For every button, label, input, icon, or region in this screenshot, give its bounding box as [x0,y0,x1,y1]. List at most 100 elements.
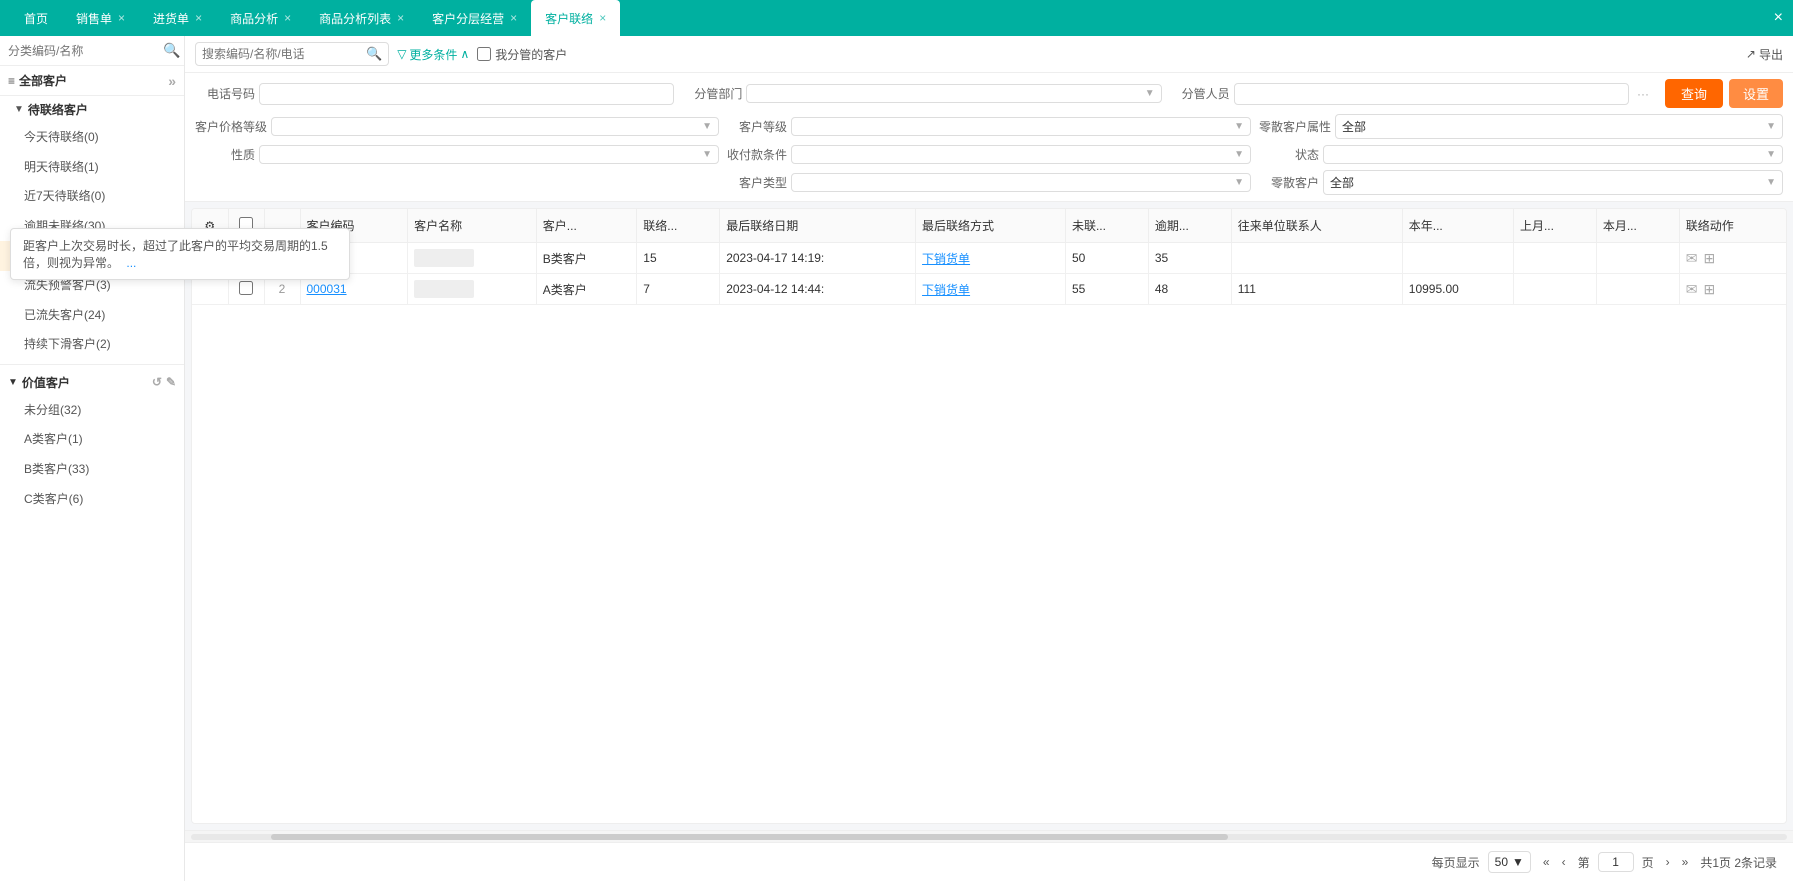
sidebar-unclassified[interactable]: 未分组(32) [0,396,184,426]
manager-ellipsis[interactable]: ··· [1637,87,1649,101]
prev-page-btn[interactable]: ‹ [1558,853,1570,871]
per-page-select[interactable]: 50 ▼ [1488,851,1531,873]
nav-home[interactable]: 首页 [10,0,62,36]
nav-product-analysis-close[interactable]: × [284,11,291,25]
manager-input[interactable] [1234,83,1629,105]
nav-customer-ops[interactable]: 客户分层经营 × [418,0,531,36]
manager-label: 分管人员 [1170,85,1230,102]
col-thisyear-header[interactable]: 本年... [1402,209,1513,243]
nav-product-analysis[interactable]: 商品分析 × [216,0,305,36]
value-tri-icon: ▼ [8,377,18,388]
nav-customer-contact[interactable]: 客户联络 × [531,0,620,36]
page-total: 共1页 2条记录 [1700,854,1777,871]
first-page-btn[interactable]: « [1539,853,1554,871]
sidebar-search-bar: 🔍 [0,36,184,66]
page-input[interactable] [1598,852,1634,872]
col-unit-contacts-header[interactable]: 往来单位联系人 [1231,209,1402,243]
col-level-header[interactable]: 客户... [536,209,637,243]
scrollbar-thumb[interactable] [271,834,1229,840]
phone-input[interactable] [259,83,674,105]
filter-search-input[interactable] [202,47,362,61]
nav-product-list[interactable]: 商品分析列表 × [305,0,418,36]
row1-overdue: 35 [1148,243,1231,274]
cust-type-select[interactable]: ▼ [791,173,1251,192]
tooltip-more-link[interactable]: ... [126,256,136,270]
filter-manager: 分管人员 ··· [1170,83,1649,105]
cust-level-select[interactable]: ▼ [791,117,1251,136]
row2-message-icon[interactable]: ✉ [1686,281,1698,298]
status-arrow: ▼ [1766,149,1776,160]
filter-retail-attr: 零散客户属性 全部 ▼ [1259,114,1783,139]
horizontal-scrollbar[interactable] [185,830,1793,842]
row2-overdue: 48 [1148,274,1231,305]
sidebar-group-pending[interactable]: ▼ 待联络客户 [0,96,184,123]
nav-sales[interactable]: 销售单 × [62,0,139,36]
cust-type-arrow: ▼ [1234,177,1244,188]
dept-select[interactable]: ▼ [746,84,1161,103]
filter-rows: 电话号码 分管部门 ▼ 分管人员 ··· 查询 设置 [185,73,1793,202]
sidebar: 🔍 ≡ 全部客户 » ▼ 待联络客户 今天待联络(0) 明天待联络(1) 近7天… [0,36,185,881]
sidebar-tomorrow-pending[interactable]: 明天待联络(1) [0,153,184,183]
sidebar-7day-pending[interactable]: 近7天待联络(0) [0,182,184,212]
row1-more-icon[interactable]: ⊞ [1703,250,1715,267]
price-level-select[interactable]: ▼ [271,117,719,136]
export-button[interactable]: ↗ 导出 [1746,46,1783,63]
filter-cust-type: 客户类型 ▼ [727,173,1251,192]
row1-message-icon[interactable]: ✉ [1686,250,1698,267]
nav-purchase-close[interactable]: × [195,11,202,25]
col-contacts-header[interactable]: 联络... [637,209,720,243]
status-select[interactable]: ▼ [1323,145,1783,164]
col-lastmonth-header[interactable]: 上月... [1513,209,1596,243]
row2-select-checkbox[interactable] [239,281,253,295]
status-label: 状态 [1259,146,1319,163]
row1-level: B类客户 [536,243,637,274]
query-button[interactable]: 查询 [1665,79,1723,108]
sidebar-today-pending[interactable]: 今天待联络(0) [0,123,184,153]
filter-action-btns: 查询 设置 [1665,79,1783,108]
table-row: 2 000031 A类客户 7 [192,274,1786,305]
collapse-sidebar-btn[interactable]: » [168,73,176,89]
table-row: 1 000039 B类客户 15 [192,243,1786,274]
filter-customer-level: 客户等级 ▼ [727,117,1251,136]
sidebar-class-a[interactable]: A类客户(1) [0,425,184,455]
col-lastmethod-header[interactable]: 最后联络方式 [916,209,1066,243]
cust-level-arrow: ▼ [1234,121,1244,132]
nav-sales-close[interactable]: × [118,11,125,25]
payment-select[interactable]: ▼ [791,145,1251,164]
col-uncontacted-header[interactable]: 未联... [1065,209,1148,243]
row2-action-icons: ✉ ⊞ [1686,281,1780,298]
nature-select[interactable]: ▼ [259,145,719,164]
edit-icon[interactable]: ✎ [166,375,176,389]
retail-attr-select[interactable]: 全部 ▼ [1335,114,1783,139]
sidebar-class-c[interactable]: C类客户(6) [0,485,184,515]
nav-product-list-close[interactable]: × [397,11,404,25]
my-customers-checkbox[interactable] [477,47,491,61]
col-thismonth-header[interactable]: 本月... [1596,209,1679,243]
row1-action: ✉ ⊞ [1679,243,1786,274]
refresh-icon[interactable]: ↺ [152,375,162,389]
sidebar-search-input[interactable] [8,44,163,58]
sidebar-churned[interactable]: 已流失客户(24) [0,301,184,331]
sidebar-value-group[interactable]: ▼ 价值客户 ↺ ✎ [0,369,184,396]
sidebar-search-icon[interactable]: 🔍 [163,42,180,59]
row2-more-icon[interactable]: ⊞ [1703,281,1715,298]
col-lastdate-header[interactable]: 最后联络日期 [720,209,916,243]
settings-button[interactable]: 设置 [1729,79,1783,108]
more-conditions-btn[interactable]: ▽ 更多条件 ∧ [397,46,469,63]
retail-cust-select[interactable]: 全部 ▼ [1323,170,1783,195]
pagination-nav: « ‹ 第 页 › » [1539,852,1692,873]
sidebar-class-b[interactable]: B类客户(33) [0,455,184,485]
payment-arrow: ▼ [1234,149,1244,160]
nav-customer-contact-close[interactable]: × [599,11,606,25]
col-name-header[interactable]: 客户名称 [408,209,537,243]
edit-icons: ↺ ✎ [152,375,176,389]
next-page-btn[interactable]: › [1662,853,1674,871]
filter-search-icon[interactable]: 🔍 [366,46,382,62]
sidebar-all-customers[interactable]: ≡ 全部客户 » [0,66,184,96]
nav-purchase[interactable]: 进货单 × [139,0,216,36]
col-overdue-header[interactable]: 逾期... [1148,209,1231,243]
close-all-tabs[interactable]: × [1774,9,1783,27]
last-page-btn[interactable]: » [1678,853,1693,871]
nav-customer-ops-close[interactable]: × [510,11,517,25]
sidebar-declining[interactable]: 持续下滑客户(2) [0,330,184,360]
